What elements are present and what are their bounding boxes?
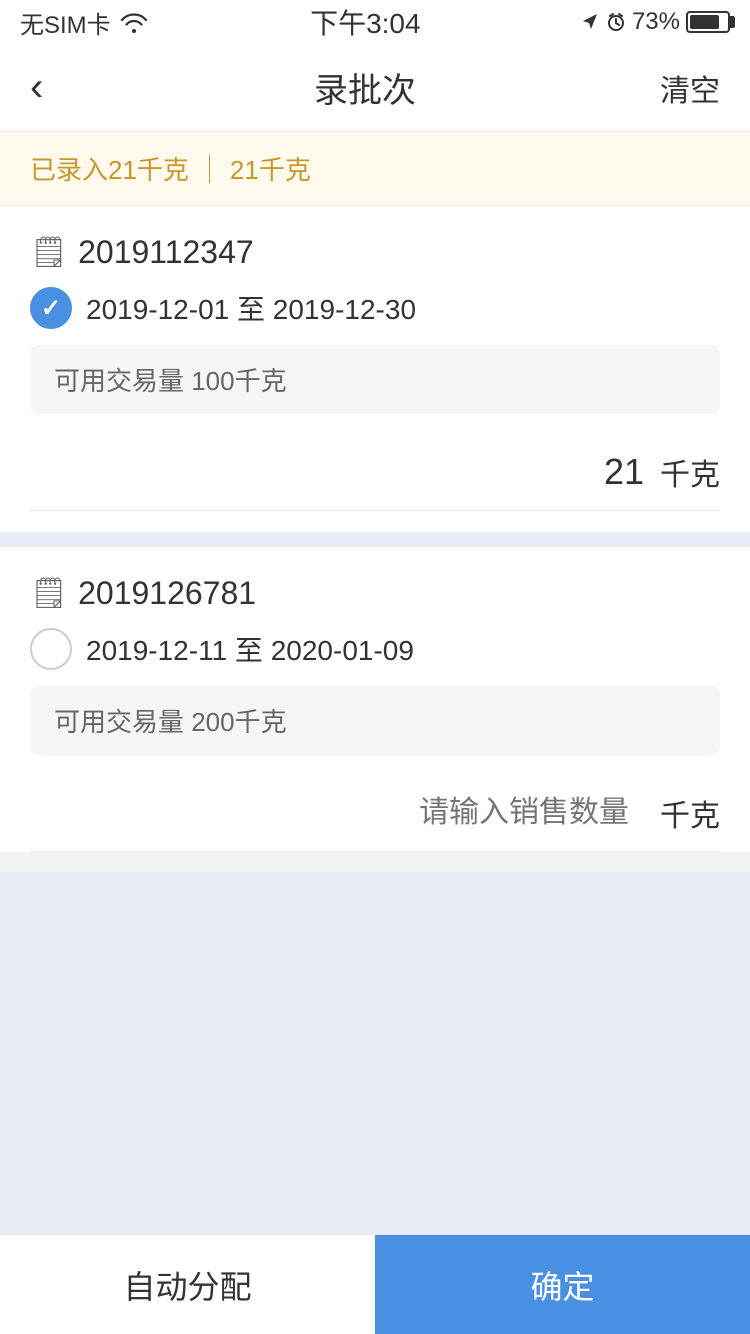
batch2-icon: 🗒 — [30, 576, 68, 611]
recorded-value: 21千克 — [230, 150, 311, 187]
alarm-icon — [606, 12, 626, 32]
page-title: 录批次 — [314, 63, 416, 112]
batch1-id: 2019112347 — [78, 234, 254, 271]
batch2-header: 🗒 2019126781 — [0, 547, 750, 622]
batch-item-1: 🗒 2019112347 2019-12-01 至 2019-12-30 可用交… — [0, 206, 750, 531]
batch1-radio[interactable] — [30, 287, 72, 329]
batch2-date: 2019-12-11 至 2020-01-09 — [86, 629, 414, 669]
batch2-input-row: 千克 — [0, 775, 750, 851]
back-button[interactable]: ‹ — [30, 65, 90, 110]
nav-bar: ‹ 录批次 清空 — [0, 44, 750, 132]
status-bar-time: 下午3:04 — [310, 2, 421, 42]
bottom-bar: 自动分配 确定 — [0, 1234, 750, 1334]
section-separator — [0, 533, 750, 547]
batch2-available-qty: 可用交易量 200千克 — [30, 686, 720, 755]
confirm-button[interactable]: 确定 — [375, 1235, 750, 1334]
info-divider — [209, 155, 210, 183]
batch2-qty-input[interactable] — [30, 796, 644, 830]
recorded-label: 已录入21千克 — [30, 150, 189, 187]
auto-distribute-button[interactable]: 自动分配 — [0, 1235, 375, 1334]
status-bar: 无SIM卡 下午3:04 73% — [0, 0, 750, 44]
batch2-radio[interactable] — [30, 628, 72, 670]
batch1-date: 2019-12-01 至 2019-12-30 — [86, 288, 416, 328]
batch1-available-qty: 可用交易量 100千克 — [30, 345, 720, 414]
batch-item-2: 🗒 2019126781 2019-12-11 至 2020-01-09 可用交… — [0, 547, 750, 852]
status-bar-left: 无SIM卡 — [20, 5, 149, 40]
wifi-icon — [119, 11, 149, 33]
batch1-icon: 🗒 — [30, 235, 68, 270]
clear-button[interactable]: 清空 — [640, 66, 720, 110]
batch1-header: 🗒 2019112347 — [0, 206, 750, 281]
batch1-date-row[interactable]: 2019-12-01 至 2019-12-30 — [0, 281, 750, 345]
batch2-unit: 千克 — [660, 791, 720, 835]
batch2-input-divider — [30, 851, 720, 852]
batch1-qty-row: 21 千克 — [0, 434, 750, 510]
batch1-qty-value: 21 — [604, 451, 644, 493]
battery-percent: 73% — [632, 8, 680, 36]
battery-icon — [686, 11, 730, 33]
batch2-date-row[interactable]: 2019-12-11 至 2020-01-09 — [0, 622, 750, 686]
batch1-qty-unit: 千克 — [660, 450, 720, 494]
carrier-text: 无SIM卡 — [20, 5, 111, 40]
location-icon — [582, 13, 600, 31]
info-bar: 已录入21千克 21千克 — [0, 132, 750, 206]
batch2-id: 2019126781 — [78, 575, 256, 612]
status-bar-right: 73% — [582, 8, 730, 36]
